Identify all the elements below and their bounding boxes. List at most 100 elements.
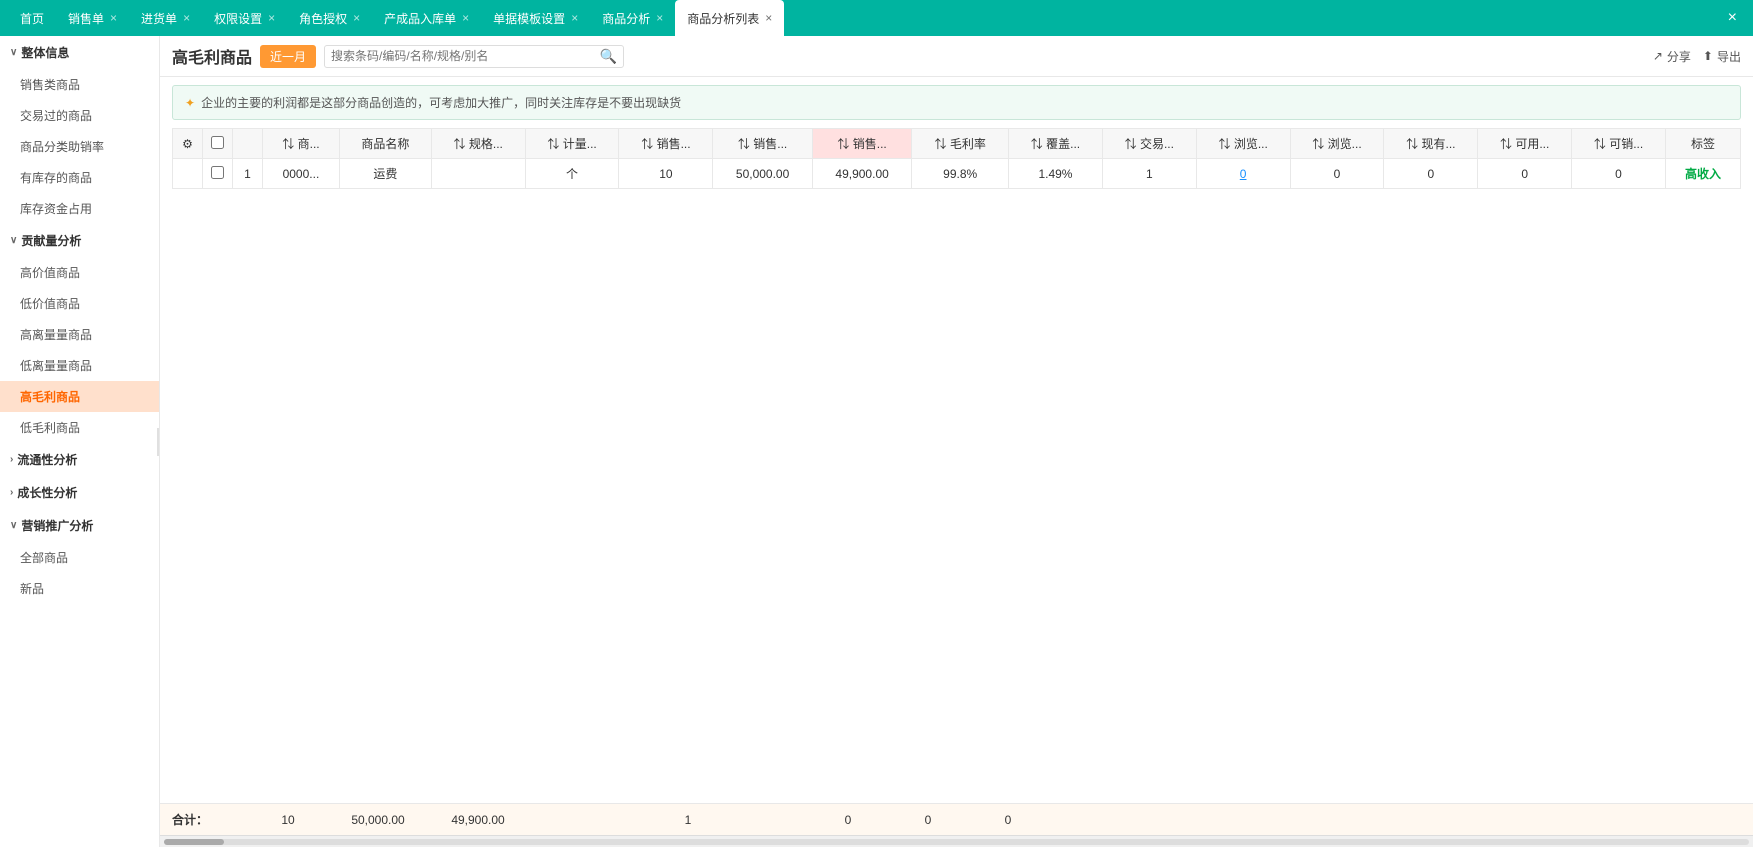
- row-name-cell: 运费: [339, 159, 431, 189]
- row-unit-cell: 个: [525, 159, 619, 189]
- share-button[interactable]: ↗ 分享: [1653, 48, 1691, 65]
- code-column-header[interactable]: ⇅ 商...: [263, 129, 340, 159]
- nav-analysis-list[interactable]: 商品分析列表 ×: [675, 0, 784, 36]
- close-template-tab[interactable]: ×: [571, 11, 578, 25]
- close-role-tab[interactable]: ×: [353, 11, 360, 25]
- row-trade-cell: 1: [1102, 159, 1196, 189]
- table-footer: 合计： 10 50,000.00 49,900.00 1 0 0 0: [160, 803, 1753, 835]
- sort-icon-sale: ⇅: [1594, 137, 1606, 151]
- settings-cell: [173, 159, 203, 189]
- nav-sales[interactable]: 销售单 ×: [56, 0, 129, 36]
- sidebar-section-contribution: ∨ 贡献量分析 高价值商品 低价值商品 高离量量商品 低离量量商品 高毛利商品 …: [0, 224, 159, 443]
- settings-column-header[interactable]: ⚙: [173, 129, 203, 159]
- footer-sales-amount: 50,000.00: [328, 811, 428, 829]
- close-analysis-tab[interactable]: ×: [656, 11, 663, 25]
- row-tag-cell: 高收入: [1665, 159, 1740, 189]
- search-box: 🔍: [324, 45, 624, 68]
- sidebar-item-all-goods[interactable]: 全部商品: [0, 542, 159, 573]
- select-all-checkbox[interactable]: [211, 136, 224, 149]
- info-icon: ✦: [185, 96, 195, 110]
- nav-home[interactable]: 首页: [8, 0, 56, 36]
- sidebar-section-flow-title[interactable]: › 流通性分析: [0, 443, 159, 476]
- row-available-cell: 0: [1478, 159, 1572, 189]
- footer-browse1: [728, 818, 808, 822]
- sort-icon-unit: ⇅: [547, 137, 559, 151]
- nav-role[interactable]: 角色授权 ×: [287, 0, 372, 36]
- sort-icon-avail: ⇅: [1500, 137, 1512, 151]
- sidebar-item-sales-goods[interactable]: 销售类商品: [0, 69, 159, 100]
- sort-icon-b2: ⇅: [1312, 137, 1324, 151]
- sales-profit-column-header[interactable]: ⇅ 销售...: [812, 129, 912, 159]
- sales-qty-column-header[interactable]: ⇅ 销售...: [619, 129, 713, 159]
- search-input[interactable]: [331, 49, 600, 63]
- content-area: 高毛利商品 近一月 🔍 ↗ 分享 ⬆ 导出 ✦ 企业的主要的利润都是这部分商品创…: [160, 36, 1753, 847]
- close-window-button[interactable]: ×: [1720, 9, 1745, 27]
- sidebar-item-stock-capital[interactable]: 库存资金占用: [0, 193, 159, 224]
- trade-column-header[interactable]: ⇅ 交易...: [1102, 129, 1196, 159]
- nav-permission[interactable]: 权限设置 ×: [202, 0, 287, 36]
- sidebar-section-marketing: ∨ 营销推广分析 全部商品 新品: [0, 509, 159, 604]
- footer-current: 0: [888, 811, 968, 829]
- sidebar-item-high-margin[interactable]: 高毛利商品: [0, 381, 159, 412]
- sidebar-item-low-value[interactable]: 低价值商品: [0, 288, 159, 319]
- sidebar-section-contribution-title[interactable]: ∨ 贡献量分析: [0, 224, 159, 257]
- search-icon[interactable]: 🔍: [600, 48, 617, 65]
- row-sales-amount-cell: 50,000.00: [713, 159, 813, 189]
- sales-amount-column-header[interactable]: ⇅ 销售...: [713, 129, 813, 159]
- sort-icon-sa: ⇅: [738, 137, 750, 151]
- sidebar-section-marketing-title[interactable]: ∨ 营销推广分析: [0, 509, 159, 542]
- scrollbar-thumb[interactable]: [164, 839, 224, 845]
- sidebar-item-new-goods[interactable]: 新品: [0, 573, 159, 604]
- current-column-header[interactable]: ⇅ 现有...: [1384, 129, 1478, 159]
- chevron-right-icon: ›: [10, 454, 13, 465]
- close-permission-tab[interactable]: ×: [268, 11, 275, 25]
- top-navigation: 首页 销售单 × 进货单 × 权限设置 × 角色授权 × 产成品入库单 × 单据…: [0, 0, 1753, 36]
- close-sales-tab[interactable]: ×: [110, 11, 117, 25]
- filter-recent-month-button[interactable]: 近一月: [260, 45, 316, 68]
- gross-rate-column-header[interactable]: ⇅ 毛利率: [912, 129, 1009, 159]
- sidebar-item-high-quantity[interactable]: 高离量量商品: [0, 319, 159, 350]
- saleable-column-header[interactable]: ⇅ 可销...: [1572, 129, 1666, 159]
- close-analysis-list-tab[interactable]: ×: [765, 11, 772, 25]
- nav-purchase[interactable]: 进货单 ×: [129, 0, 202, 36]
- sidebar-section-growth-title[interactable]: › 成长性分析: [0, 476, 159, 509]
- header-actions: ↗ 分享 ⬆ 导出: [1653, 48, 1741, 65]
- row-saleable-cell: 0: [1572, 159, 1666, 189]
- nav-template[interactable]: 单据模板设置 ×: [481, 0, 590, 36]
- row-checkbox[interactable]: [211, 166, 224, 179]
- coverage-column-header[interactable]: ⇅ 覆盖...: [1009, 129, 1103, 159]
- sidebar-item-low-quantity[interactable]: 低离量量商品: [0, 350, 159, 381]
- sidebar-item-in-stock-goods[interactable]: 有库存的商品: [0, 162, 159, 193]
- checkbox-column-header: [203, 129, 233, 159]
- spec-column-header[interactable]: ⇅ 规格...: [431, 129, 525, 159]
- sidebar-item-low-margin[interactable]: 低毛利商品: [0, 412, 159, 443]
- sort-icon-sq: ⇅: [641, 137, 653, 151]
- chevron-down-icon-2: ∨: [10, 235, 17, 246]
- export-button[interactable]: ⬆ 导出: [1703, 48, 1741, 65]
- unit-column-header[interactable]: ⇅ 计量...: [525, 129, 619, 159]
- close-purchase-tab[interactable]: ×: [183, 11, 190, 25]
- sidebar-section-overall-title[interactable]: ∨ 整体信息: [0, 36, 159, 69]
- sidebar-item-category-sales-rate[interactable]: 商品分类助销率: [0, 131, 159, 162]
- sidebar-collapse-button[interactable]: 《: [157, 428, 160, 456]
- export-icon: ⬆: [1703, 49, 1713, 63]
- row-sales-qty-cell: 10: [619, 159, 713, 189]
- name-column-header[interactable]: 商品名称: [339, 129, 431, 159]
- row-spec-cell: [431, 159, 525, 189]
- page-title: 高毛利商品: [172, 44, 252, 68]
- nav-inbound[interactable]: 产成品入库单 ×: [372, 0, 481, 36]
- row-code-cell: 0000...: [263, 159, 340, 189]
- sidebar-item-traded-goods[interactable]: 交易过的商品: [0, 100, 159, 131]
- close-inbound-tab[interactable]: ×: [462, 11, 469, 25]
- footer-sales-profit: 49,900.00: [428, 811, 528, 829]
- sidebar-item-high-value[interactable]: 高价值商品: [0, 257, 159, 288]
- browse1-link[interactable]: 0: [1240, 167, 1247, 181]
- sidebar-section-growth: › 成长性分析: [0, 476, 159, 509]
- sort-icon-gr: ⇅: [935, 137, 947, 151]
- browse1-column-header[interactable]: ⇅ 浏览...: [1196, 129, 1290, 159]
- nav-analysis[interactable]: 商品分析 ×: [590, 0, 675, 36]
- browse2-column-header[interactable]: ⇅ 浏览...: [1290, 129, 1384, 159]
- tag-column-header[interactable]: 标签: [1665, 129, 1740, 159]
- horizontal-scrollbar[interactable]: [160, 835, 1753, 847]
- available-column-header[interactable]: ⇅ 可用...: [1478, 129, 1572, 159]
